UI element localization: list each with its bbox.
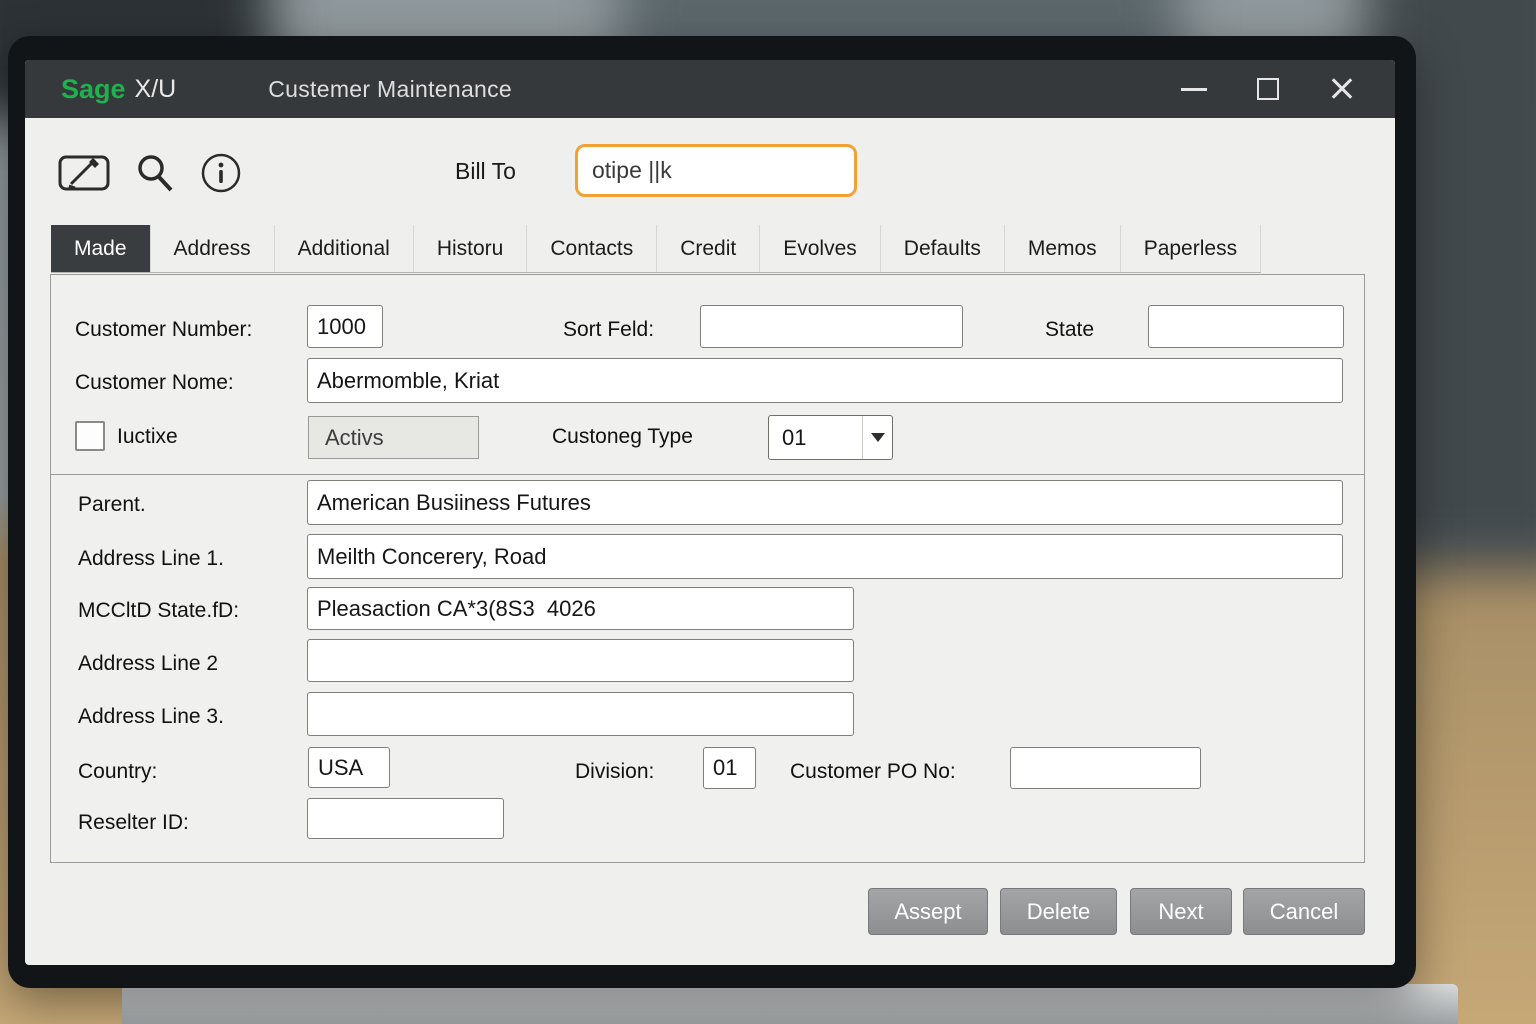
tab-invoices[interactable]: Evolves	[760, 225, 881, 272]
tab-memos[interactable]: Memos	[1004, 225, 1121, 272]
sort-field-input[interactable]	[700, 305, 963, 348]
bill-to-input[interactable]	[575, 144, 857, 197]
tab-address[interactable]: Address	[150, 225, 275, 272]
customer-po-label: Customer PO No:	[790, 760, 956, 783]
sage-logo: Sage	[61, 73, 126, 104]
reseller-id-input[interactable]	[307, 798, 504, 839]
parent-label: Parent.	[78, 493, 146, 516]
window-controls	[1181, 76, 1355, 102]
reseller-id-label: Reselter ID:	[78, 811, 189, 834]
tab-contacts[interactable]: Contacts	[527, 225, 658, 272]
customer-name-input[interactable]	[307, 358, 1343, 403]
next-button[interactable]: Next	[1130, 888, 1232, 935]
country-input[interactable]	[308, 747, 390, 788]
tab-additional[interactable]: Additional	[274, 225, 414, 272]
city-state-zip-label: MCCltD State.fD:	[78, 599, 240, 622]
address-line-1-input[interactable]	[307, 534, 1343, 579]
cancel-button[interactable]: Cancel	[1243, 888, 1365, 935]
info-icon[interactable]	[197, 148, 245, 198]
maximize-button[interactable]	[1257, 78, 1279, 100]
customer-number-label: Customer Number:	[75, 318, 253, 341]
delete-button[interactable]: Delete	[1000, 888, 1117, 935]
city-state-zip-input[interactable]	[307, 587, 854, 630]
accept-button[interactable]: Assept	[868, 888, 988, 935]
tab-paperless[interactable]: Paperless	[1120, 225, 1262, 272]
tab-bar: Made Address Additional Historu Contacts…	[51, 225, 1262, 273]
country-label: Country:	[78, 760, 158, 783]
customer-type-dropdown[interactable]: 01	[768, 415, 893, 460]
address-line-1-label: Address Line 1.	[78, 547, 224, 570]
edit-document-icon[interactable]	[55, 146, 115, 200]
tab-credit[interactable]: Credit	[657, 225, 761, 272]
laptop-bezel: Sage X/U Custemer Maintenance Bill To ot…	[8, 36, 1416, 988]
sage-logo-suffix: X/U	[134, 74, 177, 103]
parent-input[interactable]	[307, 480, 1343, 525]
address-line-2-input[interactable]	[307, 639, 854, 682]
laptop-base	[122, 984, 1458, 1024]
tab-defaults[interactable]: Defaults	[880, 225, 1005, 272]
tab-main[interactable]: Made	[51, 225, 151, 272]
minimize-button[interactable]	[1181, 87, 1207, 91]
inactive-checkbox-label: Iuctixe	[117, 425, 178, 448]
inactive-checkbox[interactable]	[75, 421, 105, 451]
customer-maintenance-window: Sage X/U Custemer Maintenance Bill To ot…	[25, 60, 1395, 965]
search-icon[interactable]	[133, 150, 179, 198]
close-button[interactable]	[1329, 76, 1355, 102]
active-status-button[interactable]: Activs	[308, 416, 479, 459]
sort-field-label: Sort Feld:	[563, 318, 655, 341]
customer-po-input[interactable]	[1010, 747, 1201, 789]
title-bar: Sage X/U Custemer Maintenance	[25, 60, 1395, 118]
address-line-3-label: Address Line 3.	[78, 705, 224, 728]
customer-number-input[interactable]	[307, 305, 383, 348]
division-label: Division:	[575, 760, 655, 783]
customer-type-label: Custoneg Type	[552, 425, 693, 448]
state-input[interactable]	[1148, 305, 1344, 348]
tab-history[interactable]: Historu	[413, 225, 528, 272]
customer-type-value: 01	[782, 424, 807, 450]
customer-name-label: Customer Nome:	[75, 371, 234, 394]
address-line-3-input[interactable]	[307, 692, 854, 736]
bill-to-label: Bill To	[455, 158, 516, 184]
division-input[interactable]	[703, 747, 756, 789]
state-label: State	[1045, 318, 1095, 341]
window-title: Custemer Maintenance	[268, 75, 513, 102]
chevron-down-icon	[862, 416, 892, 459]
address-line-2-label: Address Line 2	[78, 652, 219, 675]
